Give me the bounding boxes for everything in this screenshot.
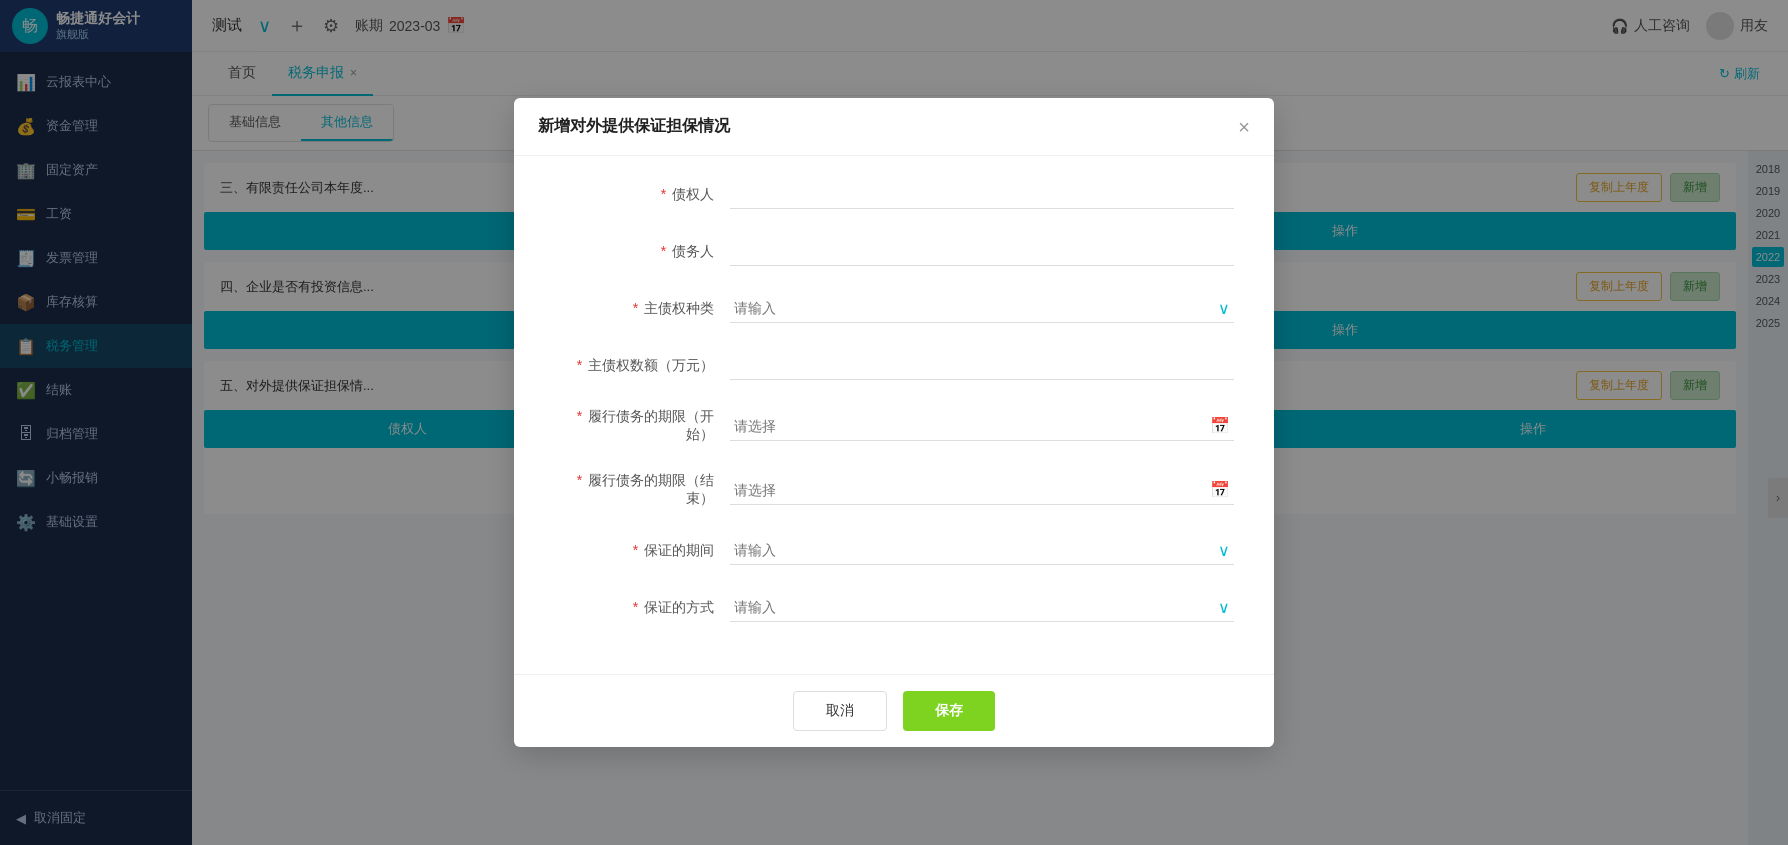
dialog-header: 新增对外提供保证担保情况 × (514, 98, 1274, 156)
required-star: * (577, 408, 582, 424)
form-row-claim-amount: * 主债权数额（万元） (554, 351, 1234, 380)
form-row-claim-type: * 主债权种类 ∨ (554, 294, 1234, 323)
obligation-start-wrapper: 📅 (730, 412, 1234, 441)
guarantee-period-select-wrapper: ∨ (730, 536, 1234, 565)
claim-type-select-wrapper: ∨ (730, 294, 1234, 323)
form-row-obligation-start: * 履行债务的期限（开始） 📅 (554, 408, 1234, 444)
claim-type-label: * 主债权种类 (554, 300, 714, 318)
save-button[interactable]: 保存 (903, 691, 995, 731)
dialog-close-button[interactable]: × (1238, 117, 1250, 137)
obligation-start-input[interactable] (730, 412, 1234, 440)
claim-amount-label: * 主债权数额（万元） (554, 357, 714, 375)
required-star: * (633, 599, 638, 615)
required-star: * (661, 186, 666, 202)
required-star: * (661, 243, 666, 259)
obligation-start-label: * 履行债务的期限（开始） (554, 408, 714, 444)
guarantee-method-input[interactable] (730, 593, 1234, 621)
cancel-button[interactable]: 取消 (793, 691, 887, 731)
required-star: * (577, 472, 582, 488)
required-star: * (633, 542, 638, 558)
form-row-obligation-end: * 履行债务的期限（结束） 📅 (554, 472, 1234, 508)
form-row-creditor: * 债权人 (554, 180, 1234, 209)
claim-type-input[interactable] (730, 294, 1234, 322)
dialog-body: * 债权人 * 债务人 * 主债权种类 (514, 156, 1274, 674)
dialog-overlay: 新增对外提供保证担保情况 × * 债权人 * 债务人 (0, 0, 1788, 845)
obligation-end-wrapper: 📅 (730, 476, 1234, 505)
obligation-start-calendar-icon[interactable]: 📅 (1210, 416, 1230, 435)
claim-type-dropdown-icon[interactable]: ∨ (1218, 299, 1230, 318)
form-row-guarantee-method: * 保证的方式 ∨ (554, 593, 1234, 622)
debtor-label: * 债务人 (554, 243, 714, 261)
guarantee-method-select-wrapper: ∨ (730, 593, 1234, 622)
obligation-end-input[interactable] (730, 476, 1234, 504)
dialog: 新增对外提供保证担保情况 × * 债权人 * 债务人 (514, 98, 1274, 747)
dialog-footer: 取消 保存 (514, 674, 1274, 747)
debtor-input[interactable] (730, 237, 1234, 266)
form-row-guarantee-period: * 保证的期间 ∨ (554, 536, 1234, 565)
creditor-label: * 债权人 (554, 186, 714, 204)
guarantee-period-dropdown-icon[interactable]: ∨ (1218, 541, 1230, 560)
guarantee-period-label: * 保证的期间 (554, 542, 714, 560)
creditor-input[interactable] (730, 180, 1234, 209)
form-row-debtor: * 债务人 (554, 237, 1234, 266)
claim-amount-input[interactable] (730, 351, 1234, 380)
dialog-title: 新增对外提供保证担保情况 (538, 116, 730, 137)
obligation-end-label: * 履行债务的期限（结束） (554, 472, 714, 508)
obligation-end-calendar-icon[interactable]: 📅 (1210, 480, 1230, 499)
guarantee-period-input[interactable] (730, 536, 1234, 564)
required-star: * (633, 300, 638, 316)
required-star: * (577, 357, 582, 373)
guarantee-method-label: * 保证的方式 (554, 599, 714, 617)
guarantee-method-dropdown-icon[interactable]: ∨ (1218, 598, 1230, 617)
